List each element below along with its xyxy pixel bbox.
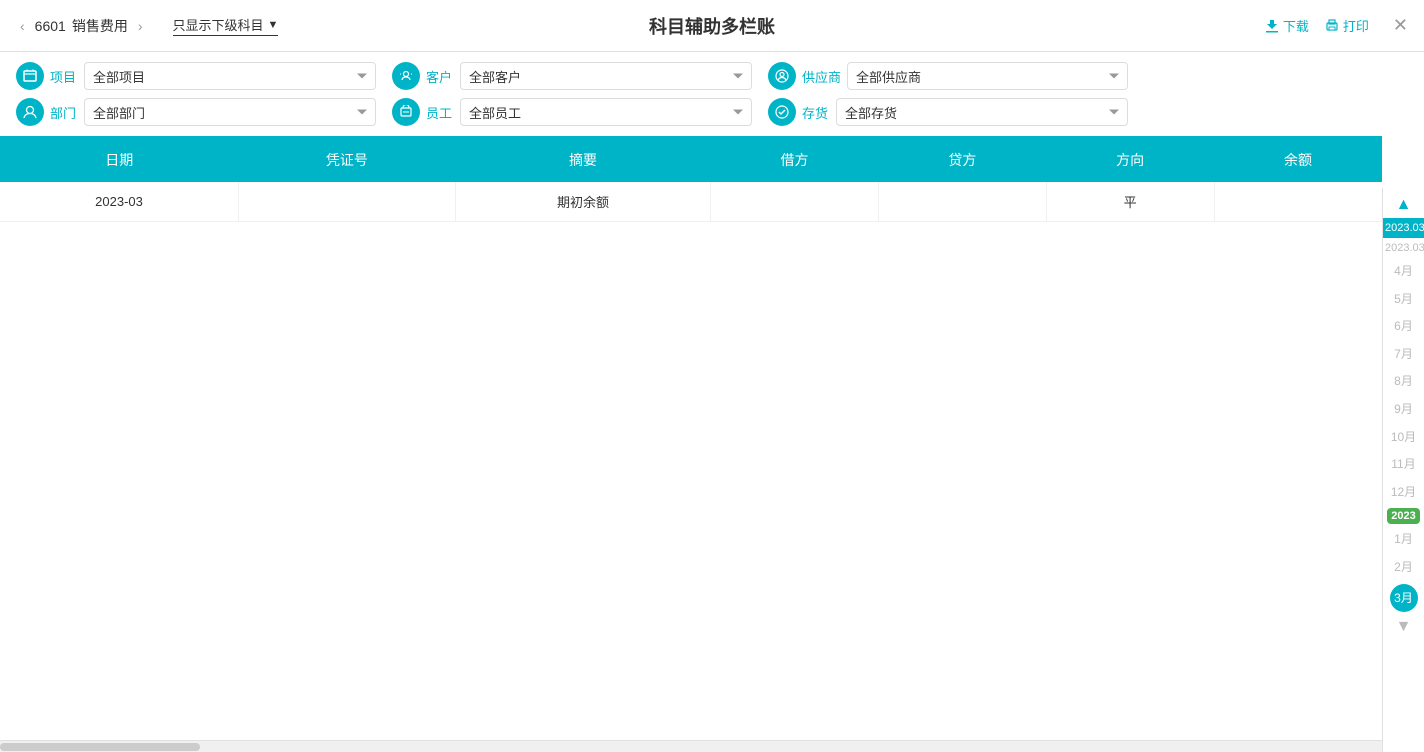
filter-department: 部门 全部部门	[16, 98, 376, 126]
filter-supplier: 供应商 全部供应商	[768, 62, 1128, 90]
table-area: 日期 凭证号 摘要 借方 贷方 方向 余额 2023-03 期初余额	[0, 136, 1382, 740]
inventory-icon	[768, 98, 796, 126]
content-area: 日期 凭证号 摘要 借方 贷方 方向 余额 2023-03 期初余额	[0, 136, 1424, 752]
h-scrollbar[interactable]	[0, 740, 1382, 752]
department-icon	[16, 98, 44, 126]
print-icon	[1325, 19, 1339, 33]
cell-date: 2023-03	[0, 182, 239, 222]
download-icon	[1265, 19, 1279, 33]
sidebar-item-month-11[interactable]: 11月	[1383, 451, 1424, 479]
sidebar-item-month-4[interactable]: 4月	[1383, 258, 1424, 286]
account-code: 6601	[35, 18, 66, 34]
cell-balance	[1214, 182, 1382, 222]
sidebar-item-month-1[interactable]: 1月	[1383, 526, 1424, 554]
employee-select[interactable]: 全部员工	[460, 98, 752, 126]
top-bar: ‹ 6601 销售费用 › 只显示下级科目 ▼ 科目辅助多栏账 下载	[0, 0, 1424, 52]
close-button[interactable]: ✕	[1393, 15, 1408, 36]
col-date: 日期	[0, 138, 239, 182]
filter-employee: 员工 全部员工	[392, 98, 752, 126]
page-title: 科目辅助多栏账	[649, 13, 775, 39]
supplier-select[interactable]: 全部供应商	[847, 62, 1128, 90]
sidebar-item-month-12[interactable]: 12月	[1383, 479, 1424, 507]
show-sub-label: 只显示下级科目	[173, 15, 264, 34]
project-icon	[16, 62, 44, 90]
customer-select[interactable]: 全部客户	[460, 62, 752, 90]
supplier-label: 供应商	[802, 67, 841, 86]
next-account-arrow[interactable]: ›	[134, 16, 147, 36]
top-actions: 下载 打印 ✕	[1265, 15, 1408, 36]
department-select[interactable]: 全部部门	[84, 98, 376, 126]
inventory-select[interactable]: 全部存货	[836, 98, 1128, 126]
sidebar-item-2023-03[interactable]: 2023.03	[1383, 238, 1424, 258]
employee-label: 员工	[426, 103, 454, 122]
col-balance: 余额	[1214, 138, 1382, 182]
col-credit: 贷方	[878, 138, 1046, 182]
sidebar-item-month-9[interactable]: 9月	[1383, 396, 1424, 424]
cell-debit	[711, 182, 879, 222]
department-label: 部门	[50, 103, 78, 122]
col-direction: 方向	[1046, 138, 1214, 182]
cell-credit	[878, 182, 1046, 222]
sidebar-item-month-3-active[interactable]: 3月	[1390, 584, 1418, 612]
cell-direction: 平	[1046, 182, 1214, 222]
sidebar-item-month-7[interactable]: 7月	[1383, 341, 1424, 369]
right-sidebar: ▲ 2023.03 2023.03 4月 5月 6月 7月 8月 9月 10月 …	[1382, 188, 1424, 752]
col-debit: 借方	[711, 138, 879, 182]
supplier-icon	[768, 62, 796, 90]
download-label: 下载	[1283, 16, 1309, 35]
prev-account-arrow[interactable]: ‹	[16, 16, 29, 36]
customer-icon	[392, 62, 420, 90]
filter-area: 项目 全部项目 客户 全部客户 供应商 全部供	[0, 52, 1424, 136]
cell-summary: 期初余额	[455, 182, 710, 222]
account-name: 销售费用	[72, 16, 128, 36]
inventory-label: 存货	[802, 103, 830, 122]
table-header-row: 日期 凭证号 摘要 借方 贷方 方向 余额	[0, 138, 1382, 182]
filter-project: 项目 全部项目	[16, 62, 376, 90]
show-sub-arrow-icon: ▼	[268, 19, 279, 31]
employee-icon	[392, 98, 420, 126]
sidebar-item-month-8[interactable]: 8月	[1383, 368, 1424, 396]
col-summary: 摘要	[455, 138, 710, 182]
project-select[interactable]: 全部项目	[84, 62, 376, 90]
col-voucher: 凭证号	[239, 138, 456, 182]
download-button[interactable]: 下载	[1265, 16, 1309, 35]
filter-row-2: 部门 全部部门 员工 全部员工 存货 全部存货	[16, 98, 1408, 126]
sidebar-item-month-5[interactable]: 5月	[1383, 286, 1424, 314]
print-button[interactable]: 打印	[1325, 16, 1369, 35]
sidebar-item-month-6[interactable]: 6月	[1383, 313, 1424, 341]
sidebar-year-2023: 2023	[1387, 508, 1419, 524]
filter-customer: 客户 全部客户	[392, 62, 752, 90]
filter-row-1: 项目 全部项目 客户 全部客户 供应商 全部供	[16, 62, 1408, 90]
sidebar-up-arrow[interactable]: ▲	[1392, 192, 1416, 218]
table-row: 2023-03 期初余额 平	[0, 182, 1382, 222]
account-nav: ‹ 6601 销售费用 ›	[16, 16, 147, 36]
h-scrollbar-thumb[interactable]	[0, 743, 200, 751]
cell-voucher	[239, 182, 456, 222]
print-label: 打印	[1343, 16, 1369, 35]
sidebar-item-2023-03-selected[interactable]: 2023.03	[1383, 218, 1424, 238]
sidebar-item-month-10[interactable]: 10月	[1383, 424, 1424, 452]
customer-label: 客户	[426, 67, 454, 86]
main-window: ‹ 6601 销售费用 › 只显示下级科目 ▼ 科目辅助多栏账 下载	[0, 0, 1424, 752]
sidebar-item-month-2[interactable]: 2月	[1383, 554, 1424, 582]
filter-inventory: 存货 全部存货	[768, 98, 1128, 126]
sidebar-down-arrow[interactable]: ▼	[1392, 614, 1416, 640]
show-sub-toggle[interactable]: 只显示下级科目 ▼	[173, 15, 279, 36]
data-table: 日期 凭证号 摘要 借方 贷方 方向 余额 2023-03 期初余额	[0, 138, 1382, 222]
project-label: 项目	[50, 67, 78, 86]
